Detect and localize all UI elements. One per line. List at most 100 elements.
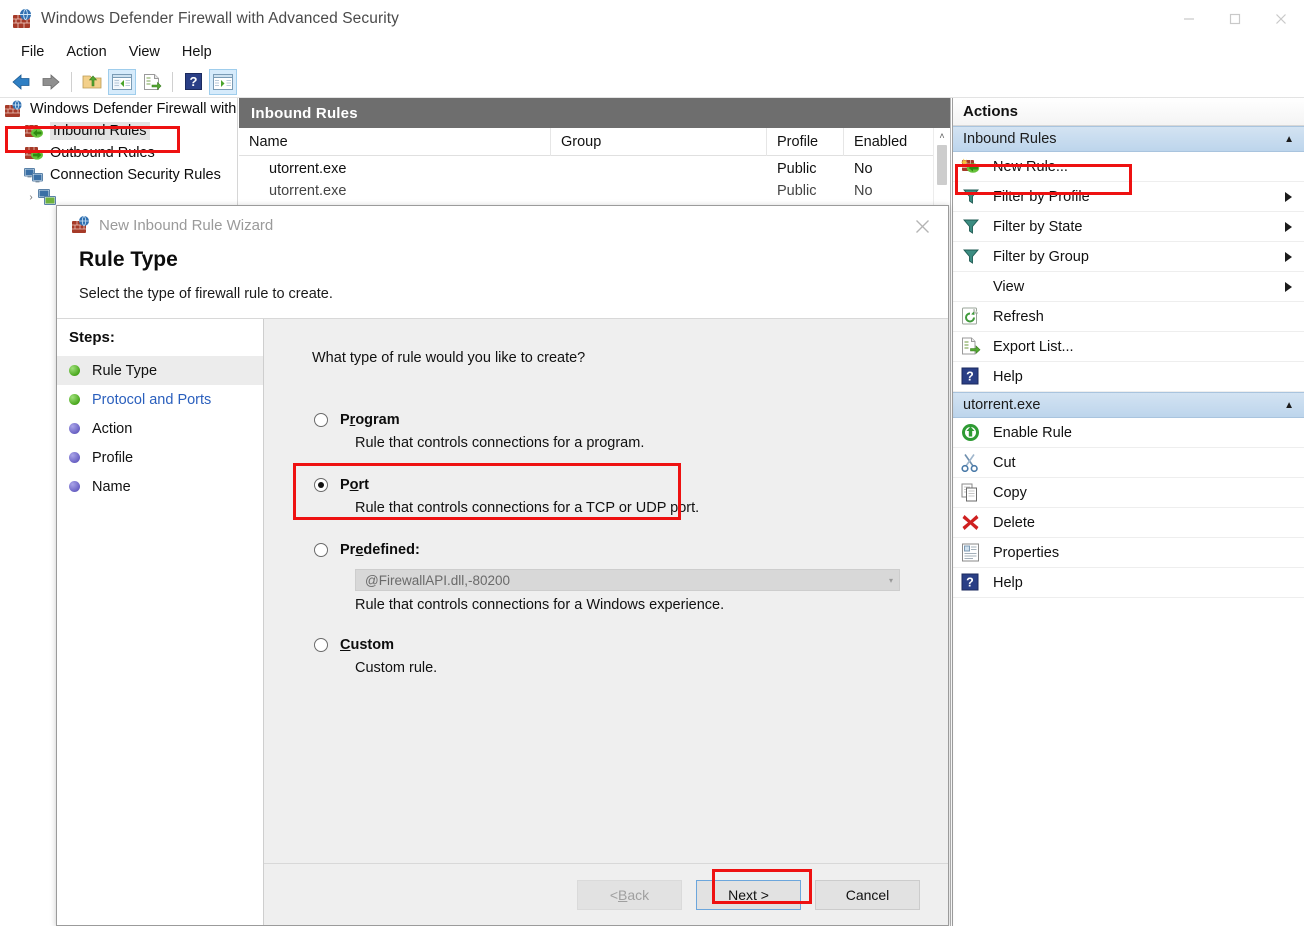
actions-group-utorrent-label: utorrent.exe [963,397,1041,413]
scrollbar-thumb[interactable] [937,145,947,185]
forward-arrow-icon[interactable] [37,69,65,95]
toolbar-separator-2 [172,71,173,92]
actions-group-inbound-rules-header[interactable]: Inbound Rules ▲ [953,126,1304,152]
action-help-utorrent[interactable]: ? Help [953,568,1304,598]
column-header-profile[interactable]: Profile [767,127,844,156]
cell-enabled: No [854,161,873,177]
wizard-step-protocol-and-ports[interactable]: Protocol and Ports [57,385,263,414]
radio-predefined[interactable] [314,543,328,557]
submenu-arrow-icon[interactable] [1285,191,1292,202]
outbound-rules-icon [24,144,44,162]
action-cut[interactable]: Cut [953,448,1304,478]
wizard-footer: < Back Next > Cancel [264,863,948,925]
table-row[interactable]: utorrent.exe Public No [239,182,950,200]
minimize-button[interactable] [1166,0,1212,38]
column-header-enabled[interactable]: Enabled [844,128,934,156]
action-new-rule[interactable]: New Rule... [953,152,1304,182]
show-hide-console-tree-icon[interactable] [108,68,136,95]
radio-port[interactable] [314,478,328,492]
action-view[interactable]: View [953,272,1304,302]
wizard-step-name[interactable]: Name [57,472,263,501]
tree-item-inbound-rules[interactable]: Inbound Rules [0,120,237,142]
next-button[interactable]: Next > [696,879,801,910]
filter-icon [961,217,987,237]
wizard-header: Rule Type Select the type of firewall ru… [57,244,948,319]
wizard-step-action[interactable]: Action [57,414,263,443]
option-custom[interactable]: Custom Custom rule. [314,633,948,676]
wizard-step-profile-label: Profile [92,449,134,466]
menu-action[interactable]: Action [55,42,117,62]
wizard-steps-pane: Steps: Rule Type Protocol and Ports Acti… [57,319,264,925]
option-custom-label: Custom [340,637,394,653]
tree-item-outbound-rules-label: Outbound Rules [50,145,155,161]
tree-item-root[interactable]: Windows Defender Firewall with [0,98,237,120]
menu-file[interactable]: File [10,42,55,62]
action-help-utorrent-label: Help [993,574,1023,591]
up-folder-icon[interactable] [78,69,106,95]
submenu-arrow-icon[interactable] [1285,221,1292,232]
export-list-icon[interactable] [138,69,166,95]
wizard-step-rule-type-label: Rule Type [92,362,158,379]
option-predefined[interactable]: Predefined: @FirewallAPI.dll,-80200 ▾ Ru… [314,538,948,613]
show-hide-action-pane-icon[interactable] [209,68,237,95]
close-button[interactable] [1258,0,1304,38]
action-filter-by-state[interactable]: Filter by State [953,212,1304,242]
cancel-button[interactable]: Cancel [815,879,920,910]
option-program[interactable]: Program Rule that controls connections f… [314,408,948,451]
chevron-right-icon[interactable]: › [24,192,38,203]
action-help-inbound[interactable]: ? Help [953,362,1304,392]
collapse-chevron-icon[interactable]: ▲ [1284,400,1294,411]
maximize-button[interactable] [1212,0,1258,38]
table-row[interactable]: utorrent.exe Public No [239,156,950,182]
wizard-step-rule-type[interactable]: Rule Type [57,356,263,385]
export-list-icon [961,337,987,357]
action-refresh[interactable]: Refresh [953,302,1304,332]
action-view-label: View [993,278,1025,295]
action-delete[interactable]: Delete [953,508,1304,538]
wizard-main-pane: What type of rule would you like to crea… [264,319,948,925]
close-icon[interactable] [906,214,938,238]
help-icon: ? [961,573,987,593]
wizard-title: New Inbound Rule Wizard [99,216,274,234]
action-filter-by-profile[interactable]: Filter by Profile [953,182,1304,212]
radio-program[interactable] [314,413,328,427]
option-program-head[interactable]: Program [314,408,948,432]
option-custom-head[interactable]: Custom [314,633,948,657]
option-port-label: Port [340,477,370,493]
chevron-down-icon[interactable]: ▾ [889,576,893,585]
scroll-up-arrow-icon[interactable]: ˄ [934,128,950,144]
submenu-arrow-icon[interactable] [1285,251,1292,262]
option-port-head[interactable]: Port [314,473,948,497]
cell-group [551,156,767,182]
actions-group-utorrent-header[interactable]: utorrent.exe ▲ [953,392,1304,418]
back-button[interactable]: < Back [577,879,682,910]
rules-list-header: Inbound Rules [239,98,950,128]
action-filter-by-group[interactable]: Filter by Group [953,242,1304,272]
tree-item-connection-security-rules[interactable]: Connection Security Rules [0,164,237,186]
column-header-name[interactable]: Name [239,127,551,156]
filter-icon [961,247,987,267]
menu-view[interactable]: View [118,42,171,62]
predefined-rule-dropdown[interactable]: @FirewallAPI.dll,-80200 ▾ [355,569,900,591]
option-predefined-head[interactable]: Predefined: [314,538,948,562]
rules-list-scrollbar[interactable]: ˄ [933,128,950,210]
menu-help[interactable]: Help [171,42,223,62]
action-copy[interactable]: Copy [953,478,1304,508]
submenu-arrow-icon[interactable] [1285,281,1292,292]
collapse-chevron-icon[interactable]: ▲ [1284,134,1294,145]
cell-enabled: No [854,183,873,199]
delete-icon [961,513,987,533]
tree-item-outbound-rules[interactable]: Outbound Rules [0,142,237,164]
action-export-list[interactable]: Export List... [953,332,1304,362]
wizard-step-profile[interactable]: Profile [57,443,263,472]
column-header-group[interactable]: Group [551,127,767,156]
rule-type-options: Program Rule that controls connections f… [290,408,948,676]
option-port[interactable]: Port Rule that controls connections for … [314,473,948,516]
action-properties[interactable]: Properties [953,538,1304,568]
action-help-inbound-label: Help [993,368,1023,385]
action-enable-rule[interactable]: Enable Rule [953,418,1304,448]
action-filter-by-state-label: Filter by State [993,218,1083,235]
radio-custom[interactable] [314,638,328,652]
back-arrow-icon[interactable] [7,69,35,95]
help-icon[interactable]: ? [179,69,207,95]
